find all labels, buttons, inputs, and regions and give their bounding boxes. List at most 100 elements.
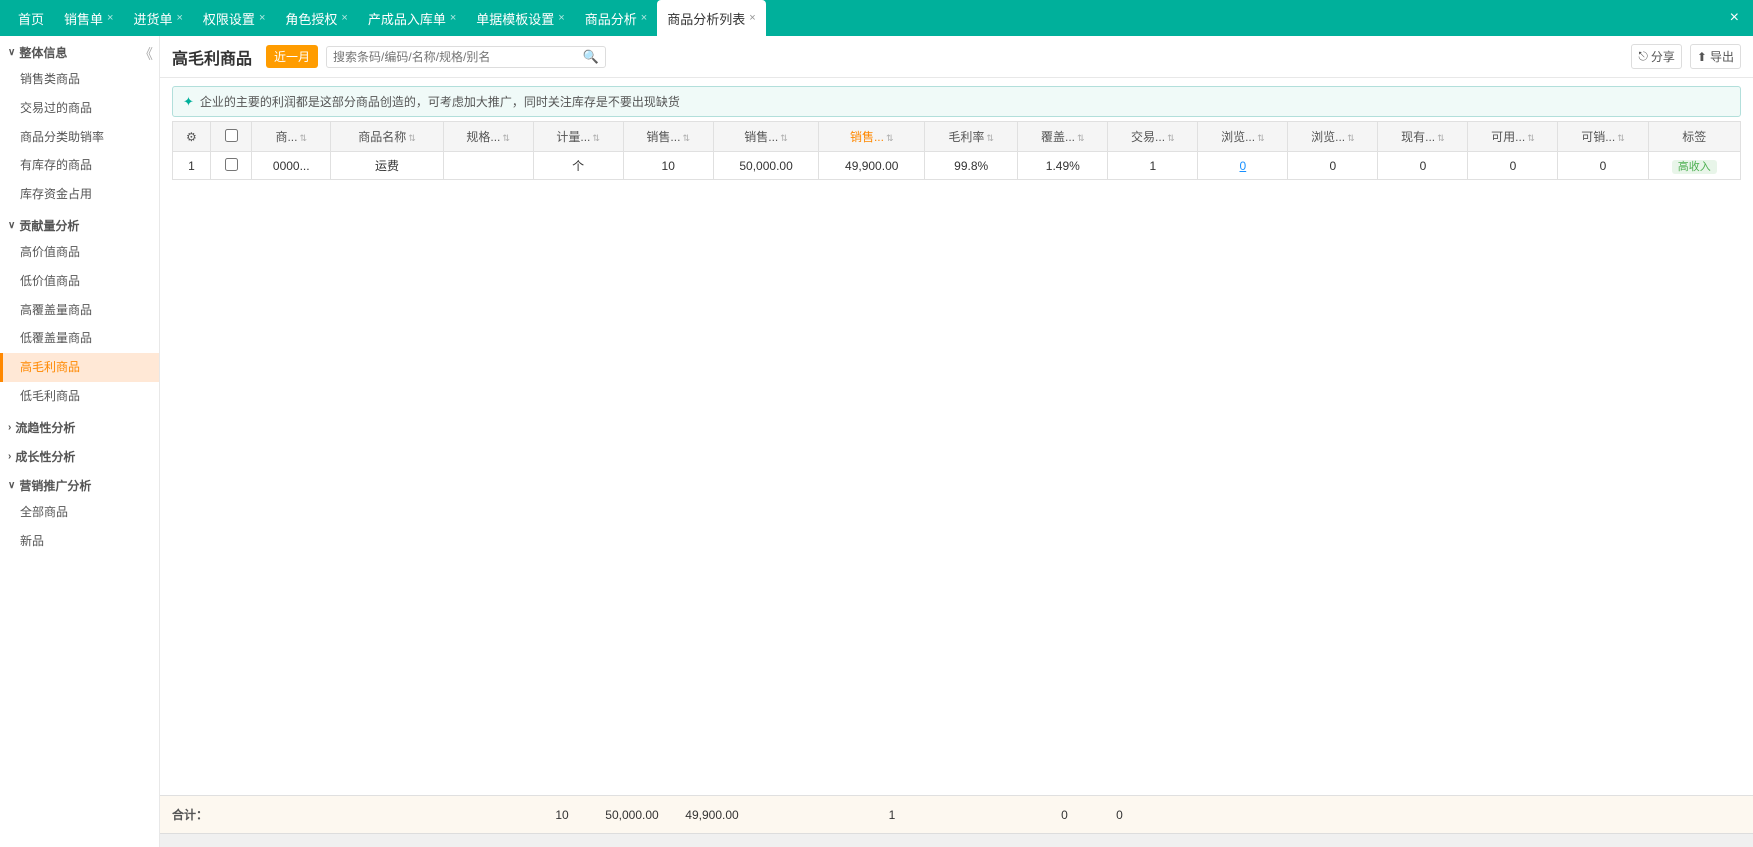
footer-sales3: 49,900.00	[672, 808, 752, 822]
nav-label-permission: 权限设置	[203, 9, 255, 28]
footer-sales2: 50,000.00	[592, 808, 672, 822]
td-unit: 个	[533, 152, 623, 180]
export-button[interactable]: ⬆ 导出	[1690, 44, 1741, 69]
table-header-row: ⚙ 商...⇅ 商品名称⇅ 规格...⇅ 计量...⇅ 销售...⇅ 销售...…	[173, 122, 1741, 152]
nav-close-purchase[interactable]: ×	[176, 12, 182, 24]
th-spec[interactable]: 规格...⇅	[443, 122, 533, 152]
footer-coverage	[807, 808, 862, 822]
sidebar-item-low-margin[interactable]: 低毛利商品	[0, 382, 159, 411]
sidebar-item-stock-capital[interactable]: 库存资金占用	[0, 180, 159, 209]
info-banner-text: 企业的主要的利润都是这部分商品创造的，可考虑加大推广，同时关注库存是不要出现缺货	[200, 93, 680, 110]
sidebar-group-growth[interactable]: › 成长性分析	[0, 440, 159, 469]
sidebar-group-contribution-label: 贡献量分析	[19, 217, 79, 234]
sidebar-group-overall[interactable]: ∨ 整体信息	[0, 36, 159, 65]
content-header: 高毛利商品 近一月 🔍 ⎋ 分享 ⬆ 导出	[160, 36, 1753, 78]
td-checkbox[interactable]	[210, 152, 251, 180]
search-box: 🔍	[326, 46, 606, 68]
th-saleable[interactable]: 可销...⇅	[1558, 122, 1648, 152]
nav-item-template[interactable]: 单据模板设置 ×	[466, 0, 574, 36]
main-area: 《 ∨ 整体信息 销售类商品 交易过的商品 商品分类助销率 有库存的商品 库存资…	[0, 36, 1753, 847]
sidebar-item-traded-goods[interactable]: 交易过的商品	[0, 94, 159, 123]
nav-label-analysis: 商品分析	[585, 9, 637, 28]
sidebar-item-new-goods[interactable]: 新品	[0, 527, 159, 556]
table-scrollbar[interactable]	[160, 833, 1753, 847]
table-wrapper[interactable]: ⚙ 商...⇅ 商品名称⇅ 规格...⇅ 计量...⇅ 销售...⇅ 销售...…	[172, 121, 1741, 795]
footer-current-stock: 0	[1037, 808, 1092, 822]
th-sales2[interactable]: 销售...⇅	[713, 122, 819, 152]
th-browse2[interactable]: 浏览...⇅	[1288, 122, 1378, 152]
sidebar-item-low-coverage[interactable]: 低覆盖量商品	[0, 324, 159, 353]
th-available[interactable]: 可用...⇅	[1468, 122, 1558, 152]
sidebar-item-stocked-goods[interactable]: 有库存的商品	[0, 151, 159, 180]
sidebar-item-all-goods[interactable]: 全部商品	[0, 498, 159, 527]
th-settings[interactable]: ⚙	[173, 122, 211, 152]
nav-close-role[interactable]: ×	[341, 12, 347, 24]
th-sales1[interactable]: 销售...⇅	[623, 122, 713, 152]
th-coverage[interactable]: 覆盖...⇅	[1018, 122, 1108, 152]
sidebar-item-high-value[interactable]: 高价值商品	[0, 238, 159, 267]
th-checkbox[interactable]	[210, 122, 251, 152]
nav-close-analysis[interactable]: ×	[641, 12, 647, 24]
th-transaction[interactable]: 交易...⇅	[1108, 122, 1198, 152]
sidebar-group-contribution[interactable]: ∨ 贡献量分析	[0, 209, 159, 238]
sidebar-group-trend[interactable]: › 流趋性分析	[0, 411, 159, 440]
sidebar-group-marketing[interactable]: ∨ 营销推广分析	[0, 469, 159, 498]
th-code[interactable]: 商...⇅	[252, 122, 331, 152]
nav-item-role[interactable]: 角色授权 ×	[275, 0, 357, 36]
info-icon: ✦	[183, 94, 194, 110]
select-all-checkbox[interactable]	[225, 129, 238, 142]
th-tag[interactable]: 标签	[1648, 122, 1741, 152]
nav-item-permission[interactable]: 权限设置 ×	[193, 0, 275, 36]
sidebar-collapse-btn[interactable]: 《	[139, 44, 153, 64]
sidebar-group-trend-label: 流趋性分析	[15, 419, 75, 436]
nav-item-purchase[interactable]: 进货单 ×	[123, 0, 192, 36]
nav-close-template[interactable]: ×	[558, 12, 564, 24]
nav-label-product-in: 产成品入库单	[368, 9, 446, 28]
sidebar-item-low-value[interactable]: 低价值商品	[0, 267, 159, 296]
sidebar-group-overall-label: 整体信息	[19, 44, 67, 61]
footer-spacer5	[432, 808, 487, 822]
footer-browse2	[982, 808, 1037, 822]
data-table: ⚙ 商...⇅ 商品名称⇅ 规格...⇅ 计量...⇅ 销售...⇅ 销售...…	[172, 121, 1741, 180]
nav-item-home[interactable]: 首页	[8, 0, 54, 36]
nav-item-sales[interactable]: 销售单 ×	[54, 0, 123, 36]
nav-close-product-in[interactable]: ×	[450, 12, 456, 24]
sidebar-item-high-margin[interactable]: 高毛利商品	[0, 353, 159, 382]
period-button[interactable]: 近一月	[266, 45, 318, 68]
nav-close-permission[interactable]: ×	[259, 12, 265, 24]
nav-label-role: 角色授权	[285, 9, 337, 28]
nav-close-analysis-list[interactable]: ×	[749, 12, 755, 24]
th-gross-rate[interactable]: 毛利率⇅	[925, 122, 1018, 152]
window-close-icon[interactable]: ×	[1724, 9, 1745, 27]
nav-label-home: 首页	[18, 9, 44, 28]
tag-badge: 高收入	[1672, 160, 1717, 174]
footer-transaction: 1	[862, 808, 922, 822]
th-sales3[interactable]: 销售...⇅	[819, 122, 925, 152]
export-label: 导出	[1710, 48, 1734, 65]
sidebar-group-marketing-label: 营销推广分析	[19, 477, 91, 494]
nav-label-sales: 销售单	[64, 9, 103, 28]
footer-spacer4	[347, 808, 432, 822]
row-checkbox[interactable]	[225, 158, 238, 171]
share-label: 分享	[1651, 48, 1675, 65]
th-current-stock[interactable]: 现有...⇅	[1378, 122, 1468, 152]
footer-gross-rate	[752, 808, 807, 822]
nav-item-product-in[interactable]: 产成品入库单 ×	[358, 0, 466, 36]
search-input[interactable]	[333, 50, 583, 64]
th-browse1[interactable]: 浏览...⇅	[1198, 122, 1288, 152]
td-coverage: 1.49%	[1018, 152, 1108, 180]
th-unit[interactable]: 计量...⇅	[533, 122, 623, 152]
th-name[interactable]: 商品名称⇅	[331, 122, 443, 152]
search-icon[interactable]: 🔍	[583, 49, 599, 65]
nav-label-purchase: 进货单	[133, 9, 172, 28]
sidebar: 《 ∨ 整体信息 销售类商品 交易过的商品 商品分类助销率 有库存的商品 库存资…	[0, 36, 160, 847]
nav-item-analysis-list[interactable]: 商品分析列表 ×	[657, 0, 765, 36]
share-button[interactable]: ⎋ 分享	[1631, 44, 1682, 69]
sidebar-item-category-rate[interactable]: 商品分类助销率	[0, 123, 159, 152]
td-gross-rate: 99.8%	[925, 152, 1018, 180]
td-browse1[interactable]: 0	[1198, 152, 1288, 180]
sidebar-item-sales-goods[interactable]: 销售类商品	[0, 65, 159, 94]
nav-item-analysis[interactable]: 商品分析 ×	[575, 0, 657, 36]
sidebar-item-high-coverage[interactable]: 高覆盖量商品	[0, 296, 159, 325]
nav-close-sales[interactable]: ×	[107, 12, 113, 24]
